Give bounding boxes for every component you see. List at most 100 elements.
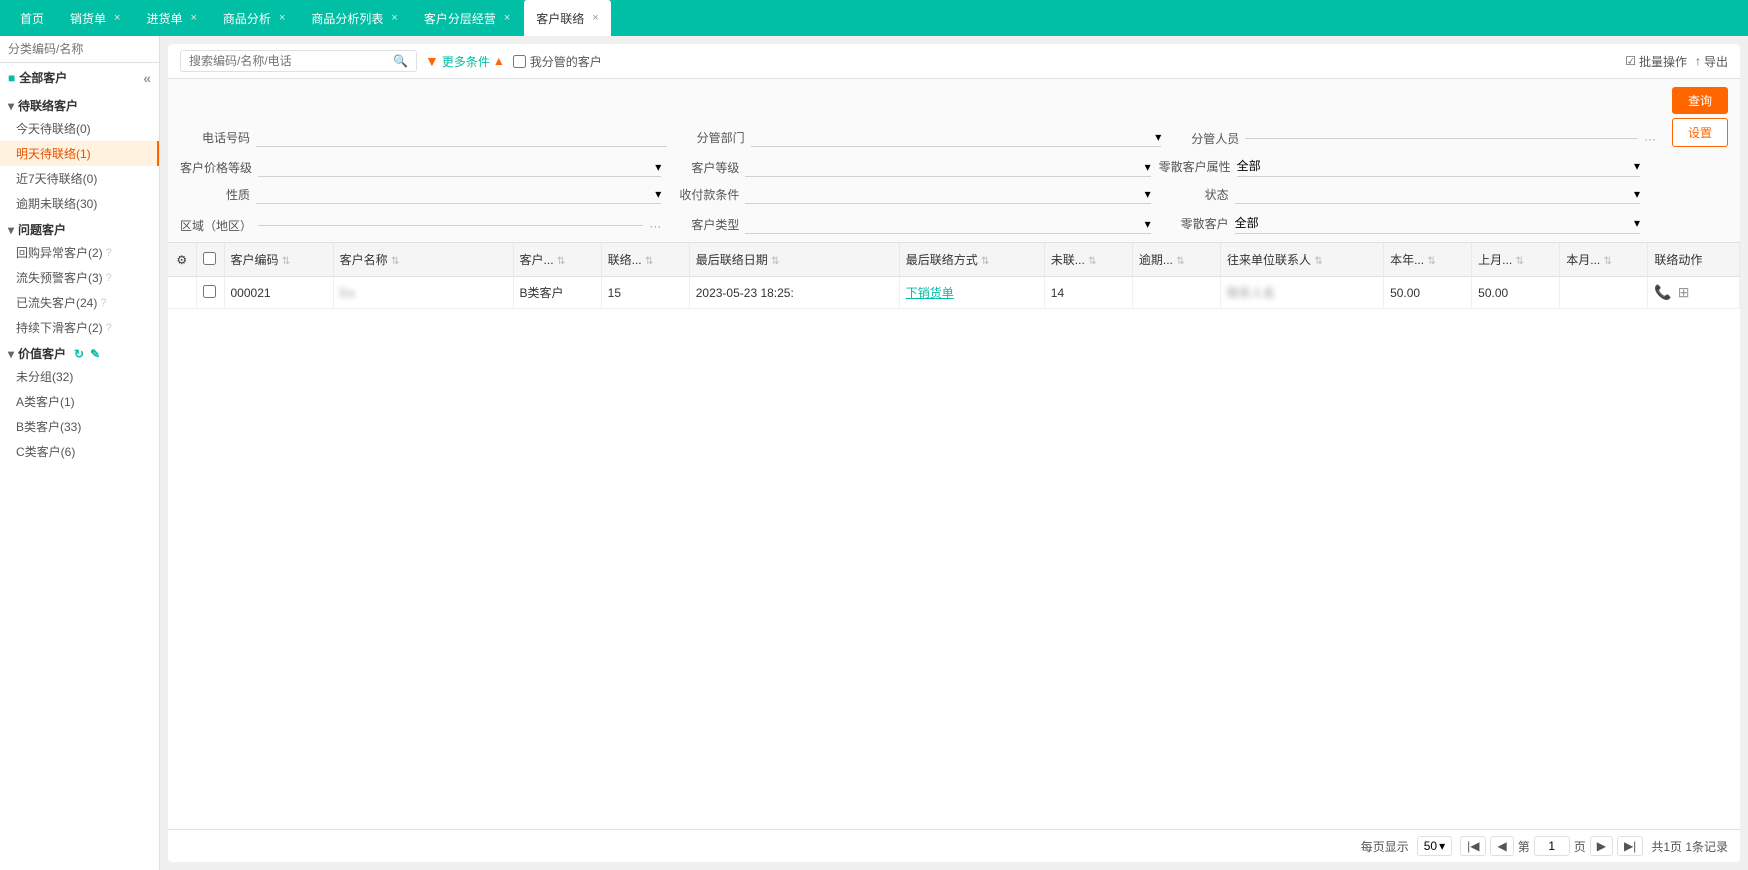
payment-label: 收付款条件 (669, 186, 739, 203)
last-page-btn[interactable]: ▶| (1617, 836, 1643, 856)
row-last-month: 50.00 (1472, 277, 1560, 309)
nav-segment-close[interactable]: × (504, 12, 510, 24)
status-select[interactable]: ▾ (1235, 185, 1640, 204)
payment-select[interactable]: ▾ (745, 185, 1150, 204)
th-contact-count[interactable]: 联络... ⇅ (601, 243, 689, 277)
filter-person: 分管人员 ··· (1169, 130, 1656, 147)
nav-sales-close[interactable]: × (114, 12, 120, 24)
th-last-date[interactable]: 最后联络日期 ⇅ (689, 243, 899, 277)
sidebar: 🔍 ■ 全部客户 « ▾ 待联络客户 今天待联络(0) 明天待联络(1) 近7天… (0, 36, 160, 870)
th-code[interactable]: 客户编码 ⇅ (224, 243, 333, 277)
th-overdue[interactable]: 逾期... ⇅ (1132, 243, 1220, 277)
nature-label: 性质 (180, 186, 250, 203)
query-btn[interactable]: 查询 (1672, 87, 1728, 114)
nav-product-list[interactable]: 商品分析列表 × (299, 0, 409, 36)
th-this-year[interactable]: 本年... ⇅ (1384, 243, 1472, 277)
my-customers-check[interactable]: 我分管的客户 (513, 53, 602, 70)
sidebar-a-class[interactable]: A类客户(1) (0, 389, 159, 414)
sidebar-tomorrow-contact[interactable]: 明天待联络(1) (0, 141, 159, 166)
th-type[interactable]: 客户... ⇅ (513, 243, 601, 277)
sort-this-year: ⇅ (1427, 256, 1435, 267)
retail-customer-label: 零散客户 (1159, 215, 1229, 232)
per-page-select[interactable]: 50 ▾ (1417, 836, 1452, 856)
refresh-icon[interactable]: ↻ (74, 347, 84, 361)
settings-btn[interactable]: 设置 (1672, 118, 1728, 147)
phone-label: 电话号码 (180, 129, 250, 146)
sidebar-ungrouped[interactable]: 未分组(32) (0, 364, 159, 389)
main-search-icon[interactable]: 🔍 (393, 54, 408, 68)
row-code: 000021 (224, 277, 333, 309)
collapse-icon[interactable]: « (143, 70, 151, 86)
customer-level-select[interactable]: ▾ (745, 158, 1150, 177)
region-dots[interactable]: ··· (649, 219, 661, 233)
first-page-btn[interactable]: |◀ (1460, 836, 1486, 856)
dept-select[interactable]: ▾ (751, 128, 1162, 147)
phone-action-icon[interactable]: 📞 (1654, 284, 1671, 301)
export-btn[interactable]: ↑ 导出 (1695, 53, 1728, 70)
select-all-checkbox[interactable] (203, 252, 216, 265)
sidebar-churn-warning[interactable]: 流失预警客户(3) ? (0, 265, 159, 290)
nav-home[interactable]: 首页 (8, 0, 56, 36)
nav-contact-close[interactable]: × (592, 12, 598, 24)
sidebar-declining[interactable]: 持续下滑客户(2) ? (0, 315, 159, 340)
nav-customer-contact[interactable]: 客户联络 × (524, 0, 610, 36)
sidebar-search-input[interactable] (8, 42, 160, 56)
row-select-checkbox[interactable] (203, 285, 216, 298)
row-overdue (1132, 277, 1220, 309)
more-filters-btn[interactable]: ▼ 更多条件 ▲ (425, 53, 505, 70)
nav-purchase-close[interactable]: × (190, 12, 196, 24)
main-search-input[interactable] (189, 54, 389, 68)
sort-contact: ⇅ (645, 256, 653, 267)
nav-customer-segment[interactable]: 客户分层经营 × (412, 0, 522, 36)
nav-product-list-close[interactable]: × (391, 12, 397, 24)
phone-input[interactable] (256, 128, 667, 147)
th-name[interactable]: 客户名称 ⇅ (333, 243, 513, 277)
sidebar-today-contact[interactable]: 今天待联络(0) (0, 116, 159, 141)
nav-sales-order[interactable]: 销货单 × (58, 0, 132, 36)
page-unit: 页 (1574, 838, 1586, 855)
total-label: 共1页 1条记录 (1651, 838, 1728, 855)
nav-product-close[interactable]: × (279, 12, 285, 24)
filter-customer-level: 客户等级 ▾ (669, 158, 1150, 177)
person-dots[interactable]: ··· (1644, 132, 1656, 146)
nav-purchase-order[interactable]: 进货单 × (134, 0, 208, 36)
sidebar-7day-contact[interactable]: 近7天待联络(0) (0, 166, 159, 191)
th-actions: 联络动作 (1648, 243, 1740, 277)
sidebar-b-class[interactable]: B类客户(33) (0, 414, 159, 439)
nav-sales-label: 销货单 (70, 10, 106, 27)
grid-action-icon[interactable]: ⊞ (1678, 284, 1690, 301)
sidebar-c-class[interactable]: C类客户(6) (0, 439, 159, 464)
edit-icon[interactable]: ✎ (90, 347, 100, 361)
sidebar-abnormal-repurchase[interactable]: 回购异常客户(2) ? (0, 240, 159, 265)
my-customers-checkbox[interactable] (513, 55, 526, 68)
prev-page-btn[interactable]: ◀ (1490, 836, 1513, 856)
nav-product-analysis[interactable]: 商品分析 × (211, 0, 297, 36)
th-no-contact[interactable]: 未联... ⇅ (1044, 243, 1132, 277)
main-layout: 🔍 ■ 全部客户 « ▾ 待联络客户 今天待联络(0) 明天待联络(1) 近7天… (0, 36, 1748, 870)
customer-type-select[interactable]: ▾ (745, 215, 1150, 234)
price-level-select[interactable]: ▾ (258, 158, 661, 177)
th-last-month[interactable]: 上月... ⇅ (1472, 243, 1560, 277)
nav-contact-label: 客户联络 (536, 10, 584, 27)
filter-retail-attr: 零散客户属性 全部 ▾ (1159, 155, 1640, 177)
th-contact-person[interactable]: 往来单位联系人 ⇅ (1220, 243, 1383, 277)
filter-price-level: 客户价格等级 ▾ (180, 158, 661, 177)
th-last-method[interactable]: 最后联络方式 ⇅ (899, 243, 1044, 277)
sort-last-date: ⇅ (771, 256, 779, 267)
page-input[interactable] (1534, 836, 1570, 856)
last-method-link[interactable]: 下销货单 (906, 286, 954, 300)
sidebar-churned[interactable]: 已流失客户(24) ? (0, 290, 159, 315)
th-this-month[interactable]: 本月... ⇅ (1560, 243, 1648, 277)
sort-last-method: ⇅ (981, 256, 989, 267)
batch-ops-btn[interactable]: ☑ 批量操作 (1625, 53, 1687, 70)
retail-customer-select[interactable]: 全部 ▾ (1235, 212, 1640, 234)
nature-select[interactable]: ▾ (256, 185, 661, 204)
help-icon-2: ? (106, 272, 112, 284)
per-page-label: 每页显示 (1361, 838, 1409, 855)
th-gear[interactable]: ⚙ (168, 243, 196, 277)
all-customers-title[interactable]: ■ 全部客户 « (0, 63, 159, 92)
next-page-btn[interactable]: ▶ (1590, 836, 1613, 856)
sidebar-overdue-contact[interactable]: 逾期未联络(30) (0, 191, 159, 216)
filter-nature: 性质 ▾ (180, 185, 661, 204)
retail-attr-select[interactable]: 全部 ▾ (1237, 155, 1640, 177)
